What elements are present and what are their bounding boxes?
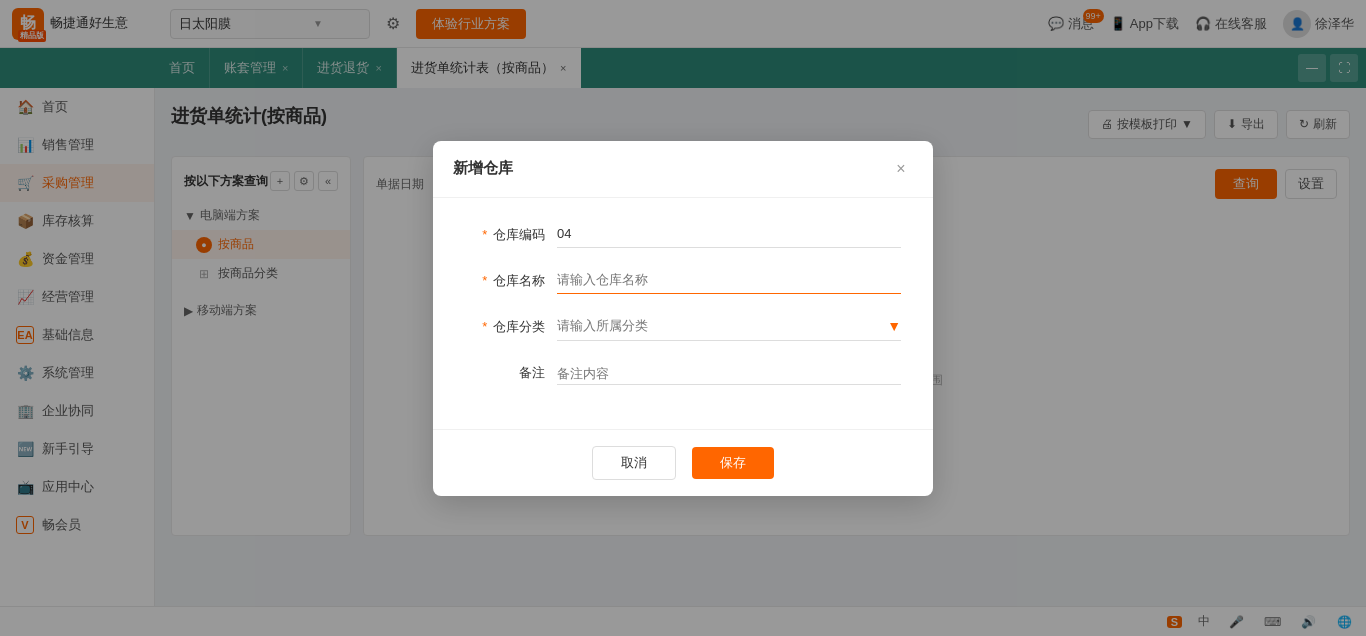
modal-close-button[interactable]: × <box>889 157 913 181</box>
modal-backdrop[interactable]: 新增仓库 × * 仓库编码 * 仓库名称 <box>0 0 1366 636</box>
warehouse-code-input[interactable] <box>557 222 901 248</box>
add-warehouse-modal: 新增仓库 × * 仓库编码 * 仓库名称 <box>433 141 933 496</box>
form-label-code: * 仓库编码 <box>465 226 545 244</box>
form-row-note: 备注 <box>465 361 901 385</box>
form-row-category: * 仓库分类 ▼ <box>465 314 901 341</box>
warehouse-name-input[interactable] <box>557 268 901 294</box>
form-label-category: * 仓库分类 <box>465 318 545 336</box>
save-button[interactable]: 保存 <box>692 447 774 479</box>
form-label-note: 备注 <box>465 364 545 382</box>
cancel-button[interactable]: 取消 <box>592 446 676 480</box>
modal-header: 新增仓库 × <box>433 141 933 198</box>
form-row-code: * 仓库编码 <box>465 222 901 248</box>
form-label-name: * 仓库名称 <box>465 272 545 290</box>
warehouse-note-input[interactable] <box>557 361 901 385</box>
modal-title: 新增仓库 <box>453 159 513 178</box>
category-chevron-icon: ▼ <box>887 318 901 334</box>
category-select-row[interactable]: ▼ <box>557 314 901 341</box>
form-row-name: * 仓库名称 <box>465 268 901 294</box>
modal-footer: 取消 保存 <box>433 429 933 496</box>
warehouse-category-input[interactable] <box>557 318 887 333</box>
modal-body: * 仓库编码 * 仓库名称 * 仓库分类 <box>433 198 933 429</box>
